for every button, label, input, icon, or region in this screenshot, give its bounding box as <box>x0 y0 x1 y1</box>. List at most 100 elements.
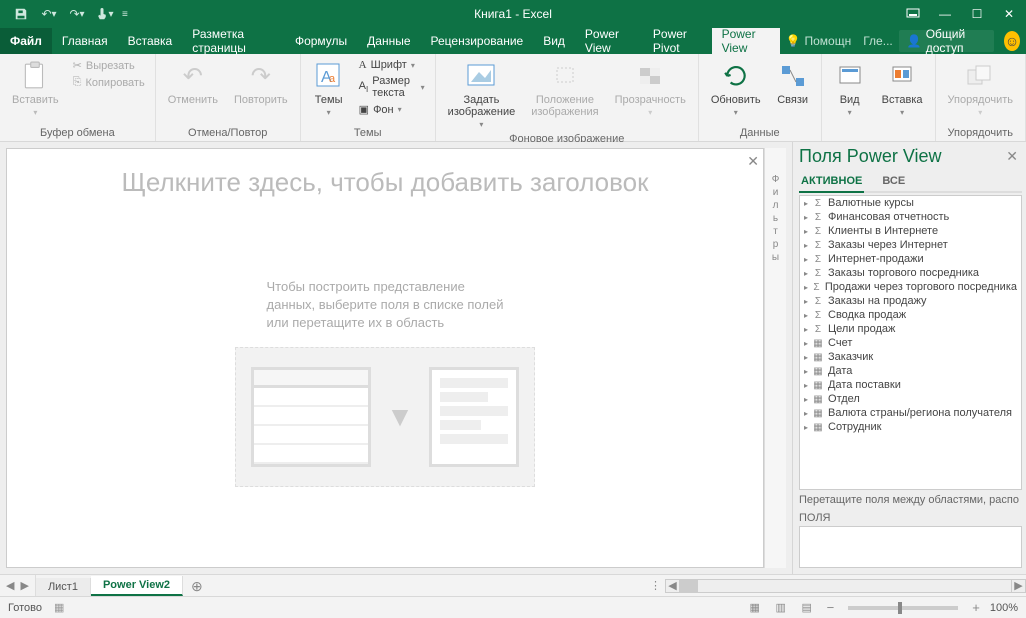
expand-caret-icon[interactable]: ▸ <box>804 269 808 278</box>
feedback-smiley-icon[interactable]: ☺ <box>1004 31 1020 51</box>
field-item[interactable]: ▸ΣСводка продаж <box>800 308 1021 322</box>
field-item[interactable]: ▸▦Отдел <box>800 392 1021 406</box>
menu-tab-рецензирование[interactable]: Рецензирование <box>421 28 534 54</box>
field-item[interactable]: ▸ΣФинансовая отчетность <box>800 210 1021 224</box>
themes-button[interactable]: Aa Темы ▾ <box>309 58 349 119</box>
menu-tab-вставка[interactable]: Вставка <box>118 28 183 54</box>
fields-drop-area[interactable] <box>799 526 1022 568</box>
menu-tab-главная[interactable]: Главная <box>52 28 118 54</box>
zoom-in-button[interactable]: + <box>968 600 984 615</box>
redo-button[interactable]: ↷ Повторить <box>230 58 292 108</box>
expand-caret-icon[interactable]: ▸ <box>804 409 808 418</box>
sheet-nav-next-icon[interactable]: ▶ <box>20 579 28 592</box>
minimize-button[interactable]: ― <box>930 0 960 28</box>
expand-caret-icon[interactable]: ▸ <box>804 297 808 306</box>
undo-icon[interactable]: ↶▾ <box>38 3 60 25</box>
expand-caret-icon[interactable]: ▸ <box>804 241 808 250</box>
menu-tab-power-pivot[interactable]: Power Pivot <box>643 28 712 54</box>
expand-caret-icon[interactable]: ▸ <box>804 325 808 334</box>
save-icon[interactable] <box>10 3 32 25</box>
paste-button[interactable]: Вставить ▾ <box>8 58 63 119</box>
field-item[interactable]: ▸ΣВалютные курсы <box>800 196 1021 210</box>
field-item[interactable]: ▸▦Заказчик <box>800 350 1021 364</box>
field-item[interactable]: ▸ΣЦели продаж <box>800 322 1021 336</box>
menu-tab-данные[interactable]: Данные <box>357 28 420 54</box>
field-item[interactable]: ▸ΣЗаказы через Интернет <box>800 238 1021 252</box>
relations-button[interactable]: Связи <box>773 58 813 108</box>
menu-tab-формулы[interactable]: Формулы <box>285 28 357 54</box>
view-button[interactable]: Вид ▾ <box>830 58 870 119</box>
expand-caret-icon[interactable]: ▸ <box>804 353 808 362</box>
sheet-tab[interactable]: Лист1 <box>36 578 91 596</box>
expand-caret-icon[interactable]: ▸ <box>804 283 808 292</box>
file-menu[interactable]: Файл <box>0 28 52 54</box>
zoom-slider[interactable] <box>848 606 958 610</box>
sheet-nav-prev-icon[interactable]: ◀ <box>6 579 14 592</box>
touch-mode-icon[interactable]: ▾ <box>94 3 116 25</box>
tab-all-fields[interactable]: ВСЕ <box>880 171 907 191</box>
transparency-button[interactable]: Прозрачность ▾ <box>611 58 690 119</box>
arrange-button[interactable]: Упорядочить ▾ <box>944 58 1017 119</box>
tab-splitter[interactable]: ⋮ <box>646 579 665 592</box>
field-item[interactable]: ▸▦Счет <box>800 336 1021 350</box>
expand-caret-icon[interactable]: ▸ <box>804 367 808 376</box>
share-button[interactable]: 👤 Общий доступ <box>899 30 994 52</box>
qat-customize-icon[interactable]: ≡ <box>122 9 128 20</box>
menu-tab-power-view[interactable]: Power View <box>575 28 643 54</box>
field-item[interactable]: ▸ΣЗаказы на продажу <box>800 294 1021 308</box>
field-list[interactable]: ▸ΣВалютные курсы▸ΣФинансовая отчетность▸… <box>799 195 1022 490</box>
macro-recorder-icon[interactable]: ▦ <box>54 601 64 614</box>
scroll-thumb[interactable] <box>680 580 698 592</box>
text-size-button[interactable]: AIРазмер текста▾ <box>357 74 427 100</box>
normal-view-icon[interactable]: ▦ <box>745 600 765 616</box>
expand-caret-icon[interactable]: ▸ <box>804 199 808 208</box>
expand-caret-icon[interactable]: ▸ <box>804 255 808 264</box>
expand-caret-icon[interactable]: ▸ <box>804 311 808 320</box>
report-title-placeholder[interactable]: Щелкните здесь, чтобы добавить заголовок <box>122 167 649 198</box>
background-button[interactable]: ▣Фон▾ <box>357 102 427 117</box>
page-break-view-icon[interactable]: ▤ <box>797 600 817 616</box>
tell-me-search[interactable]: 💡 Помощн <box>780 34 858 48</box>
tab-active-fields[interactable]: АКТИВНОЕ <box>799 171 864 193</box>
undo-button[interactable]: ↶ Отменить <box>164 58 222 108</box>
field-item[interactable]: ▸▦Валюта страны/региона получателя <box>800 406 1021 420</box>
field-item[interactable]: ▸ΣЗаказы торгового посредника <box>800 266 1021 280</box>
field-item[interactable]: ▸▦Дата поставки <box>800 378 1021 392</box>
menu-tab-вид[interactable]: Вид <box>533 28 575 54</box>
copy-button[interactable]: ⎘Копировать <box>71 75 147 90</box>
report-preview-close-icon[interactable]: ✕ <box>747 153 759 170</box>
font-button[interactable]: AШрифт▾ <box>357 58 427 72</box>
add-sheet-button[interactable]: ⊕ <box>183 575 211 596</box>
insert-button[interactable]: Вставка ▾ <box>878 58 927 119</box>
maximize-button[interactable]: ☐ <box>962 0 992 28</box>
expand-caret-icon[interactable]: ▸ <box>804 395 808 404</box>
ribbon-options-icon[interactable] <box>898 0 928 28</box>
field-item[interactable]: ▸ΣИнтернет-продажи <box>800 252 1021 266</box>
expand-caret-icon[interactable]: ▸ <box>804 227 808 236</box>
scroll-right-icon[interactable]: ▶ <box>1011 580 1025 592</box>
field-item[interactable]: ▸▦Сотрудник <box>800 420 1021 434</box>
expand-caret-icon[interactable]: ▸ <box>804 423 808 432</box>
close-button[interactable]: ✕ <box>994 0 1024 28</box>
field-item[interactable]: ▸▦Дата <box>800 364 1021 378</box>
expand-caret-icon[interactable]: ▸ <box>804 339 808 348</box>
field-pane-close-icon[interactable]: ✕ <box>1002 146 1022 167</box>
scroll-left-icon[interactable]: ◀ <box>666 580 680 592</box>
sheet-tab[interactable]: Power View2 <box>91 576 183 596</box>
expand-caret-icon[interactable]: ▸ <box>804 381 808 390</box>
powerview-report[interactable]: ✕ Щелкните здесь, чтобы добавить заголов… <box>6 148 764 568</box>
page-layout-view-icon[interactable]: ▥ <box>771 600 791 616</box>
set-image-button[interactable]: Задать изображение ▾ <box>444 58 520 131</box>
account-label[interactable]: Гле... <box>857 34 899 48</box>
image-position-button[interactable]: Положение изображения <box>527 58 602 120</box>
expand-caret-icon[interactable]: ▸ <box>804 213 808 222</box>
field-item[interactable]: ▸ΣКлиенты в Интернете <box>800 224 1021 238</box>
menu-tab-разметка-страницы[interactable]: Разметка страницы <box>182 28 285 54</box>
cut-button[interactable]: ✂Вырезать <box>71 58 147 73</box>
zoom-out-button[interactable]: − <box>823 600 839 615</box>
horizontal-scrollbar[interactable]: ◀ ▶ <box>665 579 1026 593</box>
field-item[interactable]: ▸ΣПродажи через торгового посредника <box>800 280 1021 294</box>
refresh-button[interactable]: Обновить ▾ <box>707 58 765 119</box>
redo-icon[interactable]: ↷▾ <box>66 3 88 25</box>
filters-sidebar-tab[interactable]: Фильтры <box>764 148 786 568</box>
